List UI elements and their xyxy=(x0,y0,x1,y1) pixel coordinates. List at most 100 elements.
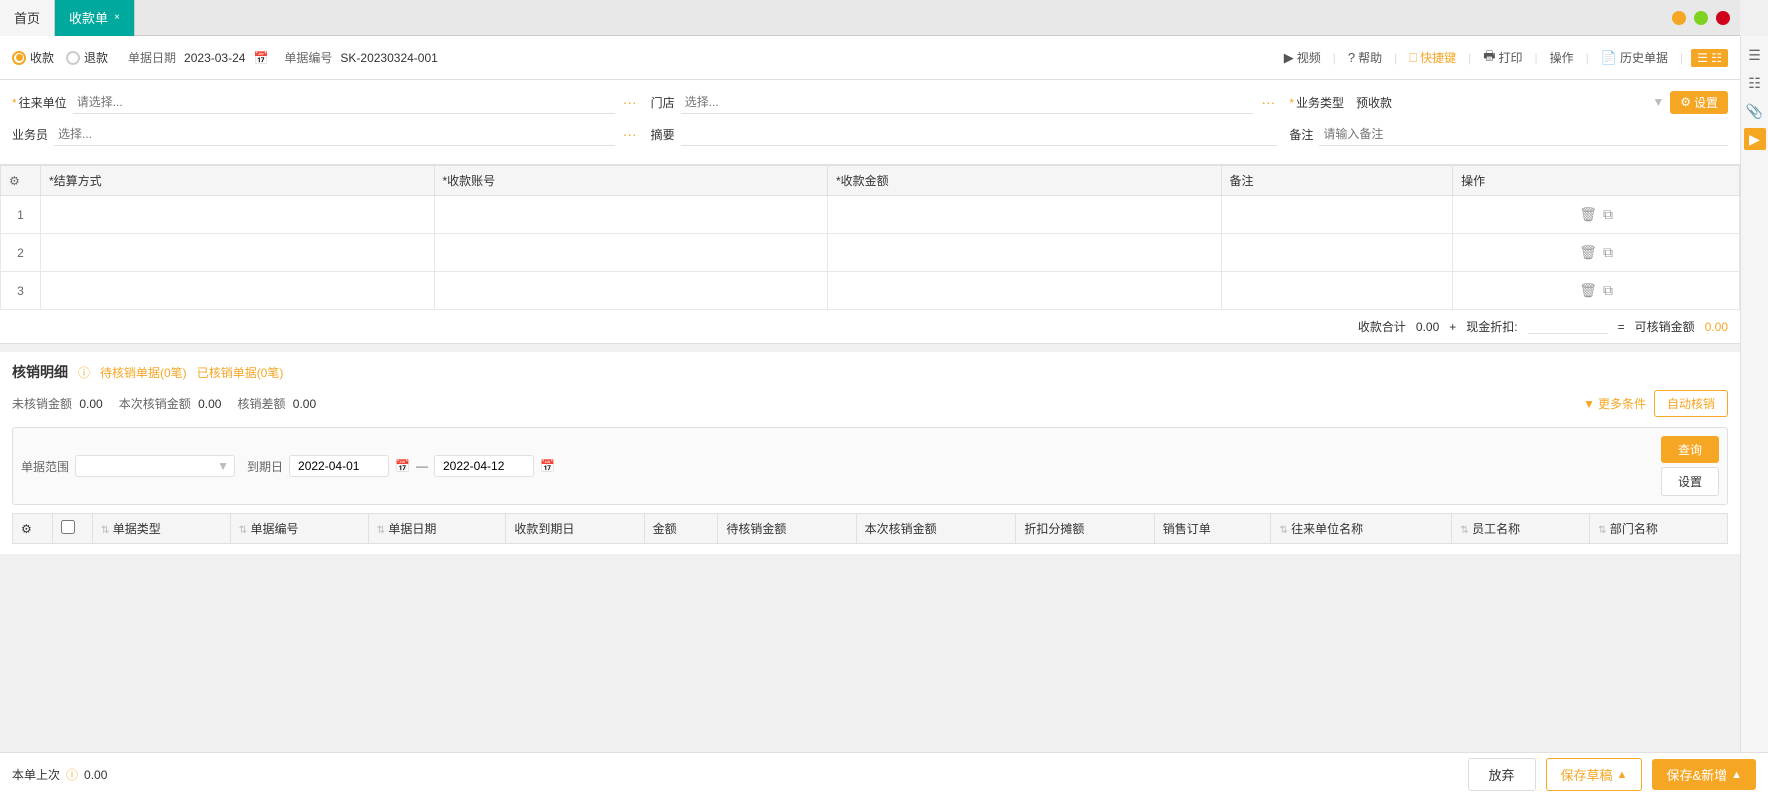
select-all-checkbox[interactable] xyxy=(61,520,75,534)
td-action-1: 🗑 ⧉ xyxy=(1453,196,1740,234)
note-input[interactable] xyxy=(1319,122,1728,146)
td-settlement-3[interactable] xyxy=(41,272,435,310)
close-tab-icon[interactable]: × xyxy=(114,12,120,23)
staff-more-icon[interactable]: ··· xyxy=(621,126,639,142)
shortcut-btn[interactable]: ⎕ 快捷键 xyxy=(1405,47,1460,68)
biz-type-arrow[interactable]: ▼ xyxy=(1652,95,1664,109)
bottom-table-gear-icon[interactable]: ⚙ xyxy=(21,522,32,536)
store-field: 门店 ··· xyxy=(651,90,1278,114)
store-input[interactable] xyxy=(681,90,1254,114)
close-button[interactable] xyxy=(1716,11,1730,25)
abandon-button[interactable]: 放弃 xyxy=(1468,758,1536,791)
num-label: 单据编号 xyxy=(284,49,332,66)
store-more-icon[interactable]: ··· xyxy=(1259,94,1277,110)
copy-row-1-icon[interactable]: ⧉ xyxy=(1603,206,1613,223)
td-amount-1[interactable] xyxy=(828,196,1222,234)
td-note-2[interactable] xyxy=(1221,234,1453,272)
th-note: 备注 xyxy=(1221,166,1453,196)
tab-current[interactable]: 收款单 × xyxy=(55,0,135,36)
discount-input[interactable] xyxy=(1528,319,1608,334)
delete-row-3-icon[interactable]: 🗑 xyxy=(1579,282,1597,299)
verify-info-icon[interactable]: ⓘ xyxy=(78,364,90,381)
print-label: 打印 xyxy=(1499,49,1523,66)
receive-label: 收款 xyxy=(30,49,54,66)
calendar-icon[interactable]: 📅 xyxy=(253,51,268,65)
net-value: 0.00 xyxy=(1705,320,1728,334)
form-row-1: *往来单位 ··· 门店 ··· *业务类型 预收款 ▼ ⚙ 设置 xyxy=(12,90,1728,114)
auto-verify-btn[interactable]: 自动核销 xyxy=(1654,390,1728,417)
summary-input[interactable] xyxy=(681,122,1278,146)
copy-row-2-icon[interactable]: ⧉ xyxy=(1603,244,1613,261)
staff-input[interactable] xyxy=(54,122,615,146)
sidebar-expand-icon[interactable]: ▶ xyxy=(1744,128,1766,150)
th-doc-date: ⇅ 单据日期 xyxy=(368,514,506,544)
receive-radio[interactable]: 收款 xyxy=(12,49,54,66)
pending-col: 待核销金额 xyxy=(726,522,786,536)
table-row: 2 🗑 ⧉ xyxy=(1,234,1740,272)
table-settings-header[interactable]: ⚙ xyxy=(1,166,41,196)
done-tab-link[interactable]: 已核销单据(0笔) xyxy=(197,364,284,381)
bottom-info-icon[interactable]: ⓘ xyxy=(66,766,78,783)
minimize-button[interactable] xyxy=(1672,11,1686,25)
help-icon: ? xyxy=(1348,50,1355,65)
data-table: ⚙ *结算方式 *收款账号 *收款金额 备注 操作 1 xyxy=(0,165,1740,310)
td-action-2: 🗑 ⧉ xyxy=(1453,234,1740,272)
maximize-button[interactable] xyxy=(1694,11,1708,25)
td-account-2[interactable] xyxy=(434,234,828,272)
operation-btn[interactable]: 操作 xyxy=(1546,47,1578,68)
save-new-button[interactable]: 保存&新增 ▲ xyxy=(1652,759,1756,790)
td-note-1[interactable] xyxy=(1221,196,1453,234)
td-account-1[interactable] xyxy=(434,196,828,234)
verify-title: 核销明细 xyxy=(12,362,68,382)
date-start-calendar-icon[interactable]: 📅 xyxy=(395,459,410,473)
video-btn[interactable]: ▶ 视频 xyxy=(1280,47,1325,68)
date-start-input[interactable] xyxy=(289,455,389,477)
verify-header: 核销明细 ⓘ 待核销单据(0笔) 已核销单据(0笔) xyxy=(12,362,1728,382)
th-counterpart: ⇅ 往来单位名称 xyxy=(1271,514,1452,544)
query-button[interactable]: 查询 xyxy=(1661,436,1719,463)
filter-icon: ▼ xyxy=(1583,397,1595,411)
pending-tab-link[interactable]: 待核销单据(0笔) xyxy=(100,364,187,381)
summary-label: 摘要 xyxy=(651,126,675,143)
sidebar-table-icon[interactable]: ☰ xyxy=(1744,44,1766,66)
history-btn[interactable]: 📄 历史单据 xyxy=(1597,47,1672,68)
tab-home[interactable]: 首页 xyxy=(0,0,55,36)
print-btn[interactable]: 🖶 打印 xyxy=(1479,45,1526,71)
td-settlement-2[interactable] xyxy=(41,234,435,272)
date-end-calendar-icon[interactable]: 📅 xyxy=(540,459,555,473)
td-amount-3[interactable] xyxy=(828,272,1222,310)
td-account-3[interactable] xyxy=(434,272,828,310)
date-end-input[interactable] xyxy=(434,455,534,477)
th-checkbox[interactable] xyxy=(53,514,93,544)
delete-row-1-icon[interactable]: 🗑 xyxy=(1579,206,1597,223)
doc-range-label: 单据范围 xyxy=(21,458,69,475)
help-btn[interactable]: ? 帮助 xyxy=(1344,47,1386,68)
td-note-3[interactable] xyxy=(1221,272,1453,310)
doc-range-select[interactable] xyxy=(75,455,235,477)
summary-field: 摘要 xyxy=(651,122,1278,146)
copy-row-3-icon[interactable]: ⧉ xyxy=(1603,282,1613,299)
sidebar-list-icon[interactable]: ☷ xyxy=(1744,72,1766,94)
th-gear[interactable]: ⚙ xyxy=(13,514,53,544)
verify-stats: 未核销金额 0.00 本次核销金额 0.00 核销差额 0.00 ▼ 更多条件 … xyxy=(12,390,1728,417)
sales-order-col: 销售订单 xyxy=(1163,522,1211,536)
counterpart-more-icon[interactable]: ··· xyxy=(621,94,639,110)
table-gear-icon[interactable]: ⚙ xyxy=(9,174,20,188)
more-conditions-btn[interactable]: ▼ 更多条件 xyxy=(1583,395,1646,412)
data-table-section: ⚙ *结算方式 *收款账号 *收款金额 备注 操作 1 xyxy=(0,165,1740,310)
td-settlement-1[interactable] xyxy=(41,196,435,234)
settings-button[interactable]: ⚙ 设置 xyxy=(1670,91,1728,114)
refund-radio[interactable]: 退款 xyxy=(66,49,108,66)
store-label: 门店 xyxy=(651,94,675,111)
th-doc-num: ⇅ 单据编号 xyxy=(230,514,368,544)
filter-settings-button[interactable]: 设置 xyxy=(1661,467,1719,496)
layout-btn[interactable]: ☰ ☷ xyxy=(1691,49,1728,67)
counterpart-input[interactable] xyxy=(73,90,615,114)
shortcut-label: 快捷键 xyxy=(1420,49,1456,66)
settlement-col-label: *结算方式 xyxy=(49,174,102,188)
date-sep: — xyxy=(416,459,428,473)
delete-row-2-icon[interactable]: 🗑 xyxy=(1579,244,1597,261)
sidebar-attachment-icon[interactable]: 📎 xyxy=(1744,100,1766,122)
td-amount-2[interactable] xyxy=(828,234,1222,272)
save-draft-button[interactable]: 保存草稿 ▲ xyxy=(1546,758,1643,791)
